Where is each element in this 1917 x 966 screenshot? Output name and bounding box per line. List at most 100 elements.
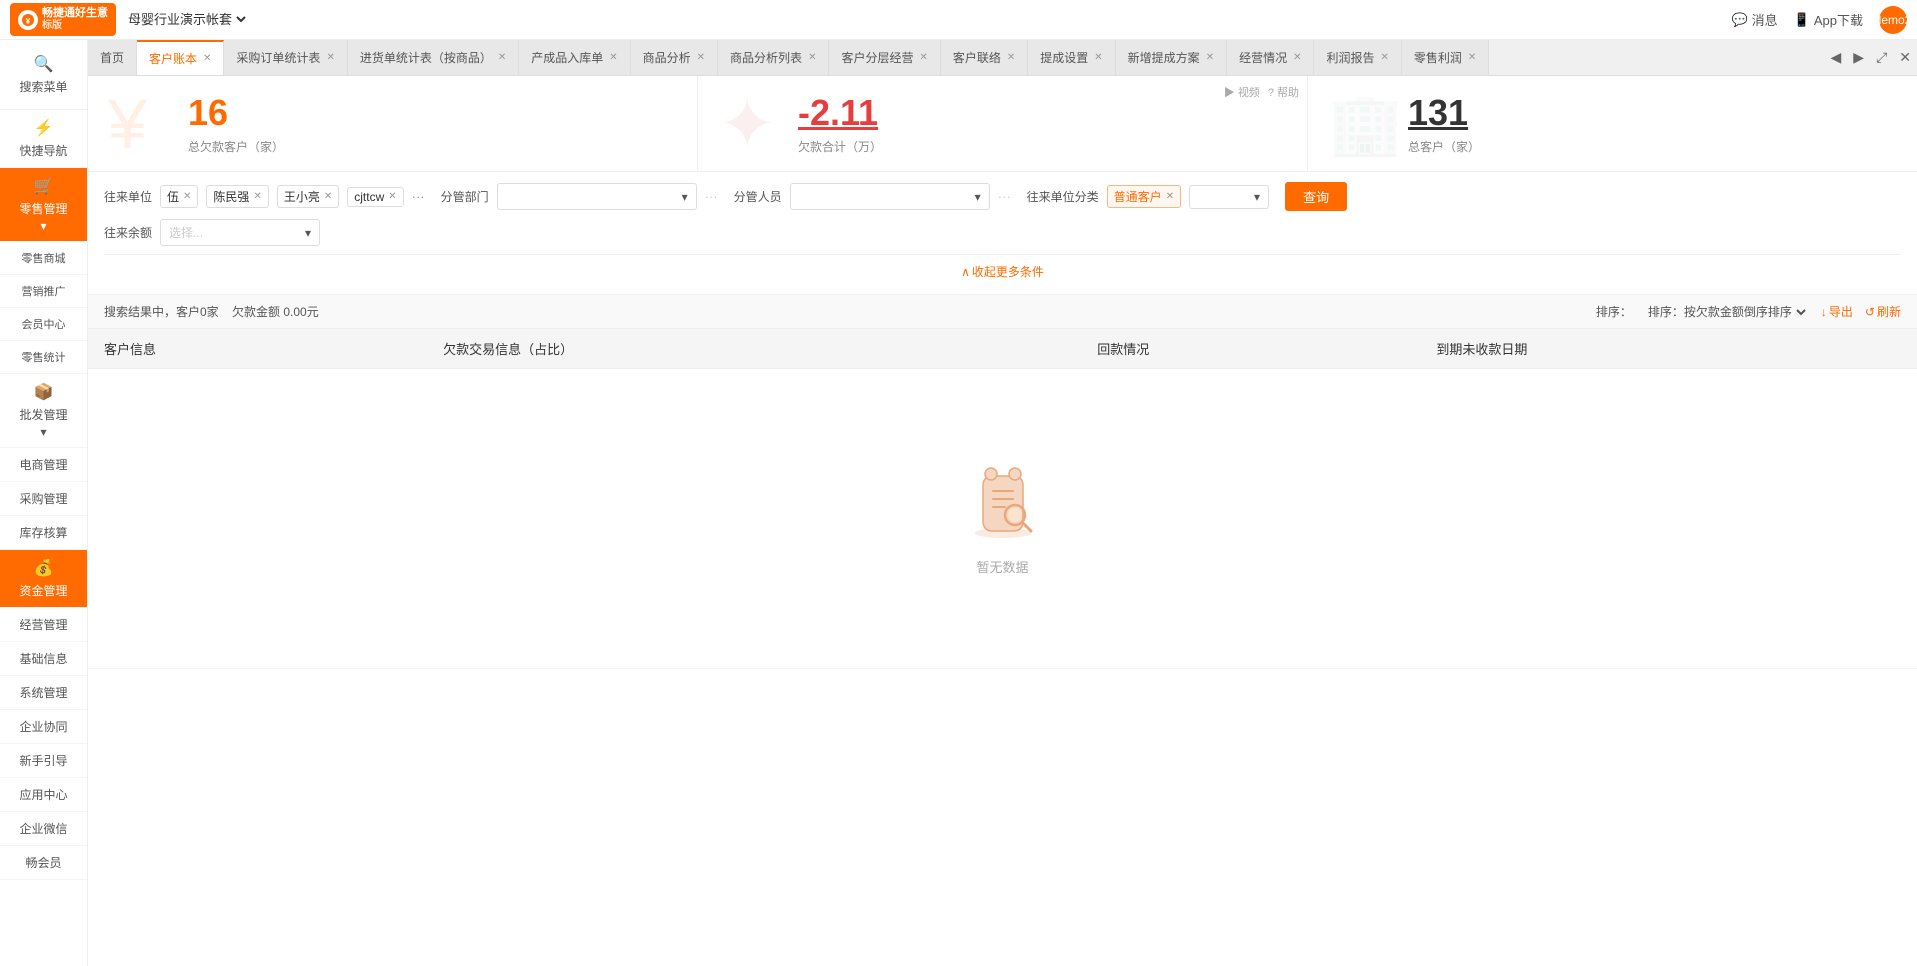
sidebar-item-inventory[interactable]: 库存核算: [0, 516, 87, 550]
remove-tag-category[interactable]: ✕: [1166, 191, 1174, 202]
sidebar-item-retail-stats[interactable]: 零售统计: [0, 341, 87, 374]
sidebar-item-wechat[interactable]: 企业微信: [0, 812, 87, 846]
tab-close-add-commission[interactable]: ✕: [1206, 52, 1214, 63]
stat-total-customers: 🏢 131 总客户（家）: [1308, 76, 1917, 171]
video-btn[interactable]: ▶ 视频: [1224, 84, 1260, 100]
staff-dropdown[interactable]: ▾: [790, 183, 990, 210]
filter-tag-unit-all[interactable]: 伍 ✕: [160, 185, 198, 208]
chevron-down-icon: ▾: [40, 219, 46, 233]
empty-illustration: [953, 461, 1053, 541]
tab-profit-report[interactable]: 利润报告 ✕: [1314, 40, 1401, 76]
tab-close-commission[interactable]: ✕: [1094, 52, 1102, 63]
tab-close-operations[interactable]: ✕: [1293, 52, 1301, 63]
tab-goods-analysis[interactable]: 商品分析 ✕: [631, 40, 718, 76]
avatar[interactable]: demo2: [1879, 6, 1907, 34]
refresh-button[interactable]: ↺ 刷新: [1865, 303, 1901, 320]
remove-tag-unit0[interactable]: ✕: [183, 191, 191, 202]
collapse-button[interactable]: ∧ 收起更多条件: [961, 263, 1044, 280]
chevron-down-icon2: ▾: [40, 425, 46, 439]
tab-close-goods-analysis-list[interactable]: ✕: [808, 52, 816, 63]
tab-purchase-order[interactable]: 采购订单统计表 ✕: [224, 40, 347, 76]
remove-tag-unit3[interactable]: ✕: [388, 191, 396, 202]
tab-maximize[interactable]: ⤢: [1870, 49, 1893, 66]
filter-row-2: 往来余额 选择... ▾: [104, 219, 1901, 246]
query-button[interactable]: 查询: [1285, 182, 1347, 211]
tab-close-goods-stats[interactable]: ✕: [498, 52, 506, 63]
sidebar-item-system[interactable]: 系统管理: [0, 676, 87, 710]
tab-close-purchase-order[interactable]: ✕: [326, 52, 334, 63]
sidebar-item-retail[interactable]: 🛒 零售管理 ▾: [0, 168, 87, 242]
tab-customer-tier[interactable]: 客户分层经营 ✕: [829, 40, 940, 76]
stat-value-debtors[interactable]: 16: [188, 92, 228, 134]
export-button[interactable]: ↓ 导出: [1821, 303, 1853, 320]
account-selector[interactable]: 母婴行业演示帐套: [124, 11, 249, 28]
filter-tag-category[interactable]: 普通客户 ✕: [1107, 185, 1181, 208]
tab-commission-settings[interactable]: 提成设置 ✕: [1028, 40, 1115, 76]
col-debt-info: 欠款交易信息（占比）: [427, 329, 1081, 369]
tab-close-customer-tier[interactable]: ✕: [919, 52, 927, 63]
tab-retail-profit[interactable]: 零售利润 ✕: [1402, 40, 1489, 76]
sidebar-item-appcenter[interactable]: 应用中心: [0, 778, 87, 812]
sidebar-search-section: 🔍 搜索菜单: [0, 40, 87, 110]
sidebar-item-retail-mall[interactable]: 零售商城: [0, 242, 87, 275]
stat-value-customers[interactable]: 131: [1408, 92, 1468, 134]
filter-tag-unit-cjttcw[interactable]: cjttcw ✕: [347, 187, 403, 207]
tab-close-goods-analysis[interactable]: ✕: [697, 52, 705, 63]
sidebar-item-search[interactable]: 🔍 搜索菜单: [8, 48, 79, 101]
table-header-row: 客户信息 欠款交易信息（占比） 回款情况 到期未收款日期: [88, 329, 1917, 369]
tab-customer-contact[interactable]: 客户联络 ✕: [941, 40, 1028, 76]
stat-value-owed[interactable]: -2.11: [798, 92, 878, 134]
tab-operations[interactable]: 经营情况 ✕: [1227, 40, 1314, 76]
sidebar: 🔍 搜索菜单 ⚡ 快捷导航 🛒 零售管理 ▾ 零售商城 营销推广 会员中心 零售…: [0, 40, 88, 966]
tab-close-retail-profit[interactable]: ✕: [1468, 52, 1476, 63]
tab-add-commission[interactable]: 新增提成方案 ✕: [1116, 40, 1227, 76]
logo-version: 标版: [42, 20, 108, 32]
tab-close-product-entry[interactable]: ✕: [609, 52, 617, 63]
department-dropdown[interactable]: ▾: [497, 183, 697, 210]
tab-close-all[interactable]: ✕: [1893, 49, 1917, 66]
sidebar-item-newbie[interactable]: 新手引导: [0, 744, 87, 778]
content-area: 首页 客户账本 ✕ 采购订单统计表 ✕ 进货单统计表（按商品） ✕ 产成品入库单…: [88, 40, 1917, 966]
tab-nav-buttons: ◀ ▶ ⤢ ✕: [1825, 49, 1917, 66]
help-btn[interactable]: ? 帮助: [1268, 84, 1299, 100]
chevron-down-icon5: ▾: [1254, 190, 1260, 204]
remove-tag-unit2[interactable]: ✕: [324, 191, 332, 202]
filter-tag-unit-wang[interactable]: 王小亮 ✕: [277, 185, 339, 208]
sidebar-item-finance[interactable]: 💰 资金管理: [0, 550, 87, 608]
tab-product-entry[interactable]: 产成品入库单 ✕: [519, 40, 630, 76]
tab-goods-analysis-list[interactable]: 商品分析列表 ✕: [718, 40, 829, 76]
tab-scroll-right[interactable]: ▶: [1847, 49, 1870, 66]
download-icon: 📱: [1794, 12, 1810, 28]
balance-dropdown[interactable]: 选择... ▾: [160, 219, 320, 246]
sidebar-item-wholesale[interactable]: 📦 批发管理 ▾: [0, 374, 87, 448]
stat-label-owed: 欠款合计（万）: [798, 138, 882, 155]
filter-more-btn[interactable]: ···: [412, 189, 425, 204]
tab-customer-ledger[interactable]: 客户账本 ✕: [137, 40, 224, 76]
tab-scroll-left[interactable]: ◀: [1825, 49, 1848, 66]
app-download-btn[interactable]: 📱 App下载: [1794, 10, 1863, 29]
staff-more[interactable]: ···: [998, 189, 1011, 204]
sort-select[interactable]: 排序：按欠款金额倒序排序: [1644, 304, 1809, 320]
tab-close-profit[interactable]: ✕: [1381, 52, 1389, 63]
category-dropdown[interactable]: ▾: [1189, 185, 1269, 209]
filter-tag-unit-chen[interactable]: 陈民强 ✕: [206, 185, 268, 208]
sidebar-item-basic[interactable]: 基础信息: [0, 642, 87, 676]
sidebar-item-purchase[interactable]: 采购管理: [0, 482, 87, 516]
message-btn[interactable]: 💬 消息: [1731, 10, 1777, 29]
empty-row: 暂无数据: [88, 369, 1917, 669]
department-more[interactable]: ···: [705, 189, 718, 204]
sidebar-item-marketing[interactable]: 营销推广: [0, 275, 87, 308]
staff-label: 分管人员: [734, 188, 782, 205]
sidebar-item-member2[interactable]: 畅会员: [0, 846, 87, 880]
sidebar-item-ecommerce[interactable]: 电商管理: [0, 448, 87, 482]
remove-tag-unit1[interactable]: ✕: [253, 191, 261, 202]
sidebar-item-operations[interactable]: 经营管理: [0, 608, 87, 642]
tab-goods-stats[interactable]: 进货单统计表（按商品） ✕: [348, 40, 519, 76]
tab-home[interactable]: 首页: [88, 40, 137, 76]
sidebar-item-quicknav[interactable]: ⚡ 快捷导航: [0, 110, 87, 168]
tab-close-customer-ledger[interactable]: ✕: [203, 53, 211, 64]
sidebar-item-collab[interactable]: 企业协同: [0, 710, 87, 744]
tab-close-customer-contact[interactable]: ✕: [1007, 52, 1015, 63]
stats-row: ¥ 16 总欠款客户（家） ✦ -2.11 欠款合计（万） ▶ 视频 ? 帮助 …: [88, 76, 1917, 172]
sidebar-item-member[interactable]: 会员中心: [0, 308, 87, 341]
